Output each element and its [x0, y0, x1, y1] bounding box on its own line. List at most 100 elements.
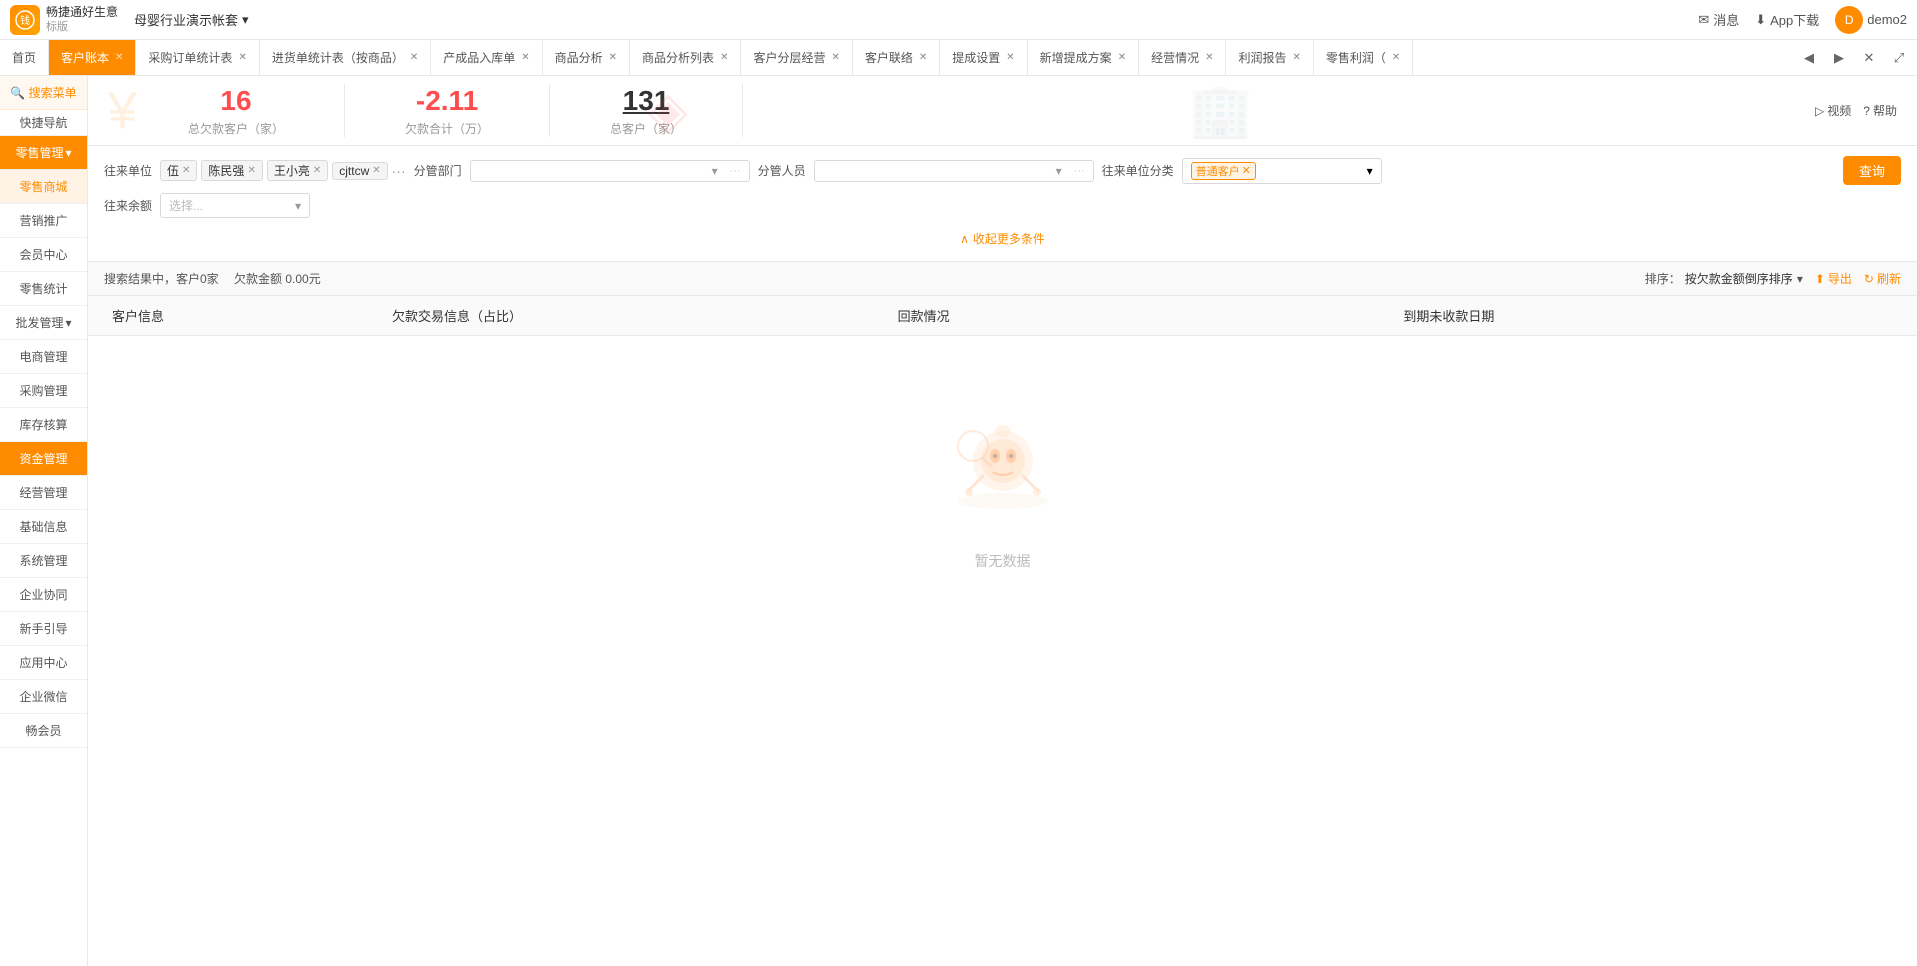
- messages-btn[interactable]: ✉ 消息: [1698, 10, 1739, 29]
- close-icon[interactable]: ✕: [238, 52, 246, 63]
- close-icon[interactable]: ✕: [1006, 52, 1014, 63]
- tag-cjttcw-close[interactable]: ✕: [372, 165, 380, 176]
- tab-new-promote[interactable]: 新增提成方案 ✕: [1028, 40, 1139, 76]
- person-more-btn[interactable]: ···: [1074, 165, 1085, 177]
- empty-state: 暂无数据: [88, 336, 1917, 651]
- sidebar-item-retail-stats[interactable]: 零售统计: [0, 272, 87, 306]
- close-icon[interactable]: ✕: [521, 52, 529, 63]
- tab-close-all[interactable]: ✕: [1855, 44, 1883, 72]
- sidebar-quick-nav[interactable]: 快捷导航: [0, 110, 87, 136]
- tab-profit-report[interactable]: 利润报告 ✕: [1226, 40, 1313, 76]
- sidebar-item-enterprise-collab[interactable]: 企业协同: [0, 578, 87, 612]
- close-icon[interactable]: ✕: [1205, 52, 1213, 63]
- tab-retail-profit[interactable]: 零售利润（ ✕: [1314, 40, 1413, 76]
- category-tag-close[interactable]: ✕: [1242, 164, 1251, 177]
- sidebar-item-system-mgmt[interactable]: 系统管理: [0, 544, 87, 578]
- tab-promote-settings[interactable]: 提成设置 ✕: [940, 40, 1027, 76]
- sidebar-item-enterprise-wechat[interactable]: 企业微信: [0, 680, 87, 714]
- chevron-down-icon: ▾: [295, 199, 301, 213]
- debt-icon: ◈: [648, 81, 688, 141]
- person-filter-label: 分管人员: [758, 162, 806, 179]
- collapse-button[interactable]: ∧ 收起更多条件: [960, 230, 1045, 247]
- result-actions: 排序： 按欠款金额倒序排序 ▾ ⬆ 导出 ↻ 刷新: [1645, 270, 1901, 287]
- chevron-down-icon[interactable]: ▾: [1797, 272, 1803, 286]
- sidebar-item-basic-info[interactable]: 基础信息: [0, 510, 87, 544]
- tab-product-inbound[interactable]: 产成品入库单 ✕: [431, 40, 542, 76]
- tags-more-btn[interactable]: ···: [392, 163, 406, 179]
- sidebar: 🔍 搜索菜单 快捷导航 零售管理 ▾ 零售商城 营销推广 会员中心 零售统计 批…: [0, 76, 88, 966]
- close-icon[interactable]: ✕: [1392, 52, 1400, 63]
- filter-row-2: 往来余额 选择... ▾: [104, 193, 1901, 218]
- tab-expand[interactable]: ⤢: [1885, 44, 1913, 72]
- search-result-text: 搜索结果中，客户0家 欠款金额 0.00元: [104, 270, 321, 287]
- chevron-down-icon: ▾: [65, 146, 71, 160]
- query-button[interactable]: 查询: [1843, 156, 1901, 185]
- filter-area: 往来单位 伍 ✕ 陈民强 ✕ 王小亮 ✕ cjttcw: [88, 146, 1917, 262]
- dept-more-btn[interactable]: ···: [730, 165, 741, 177]
- sidebar-item-batch-mgmt[interactable]: 批发管理 ▾: [0, 306, 87, 340]
- balance-filter-select[interactable]: 选择... ▾: [160, 193, 310, 218]
- tab-business-situation[interactable]: 经营情况 ✕: [1139, 40, 1226, 76]
- app-download-btn[interactable]: ⬇ App下载: [1755, 10, 1819, 29]
- sidebar-item-purchase-mgmt[interactable]: 采购管理: [0, 374, 87, 408]
- tab-customer-tier[interactable]: 客户分层经营 ✕: [741, 40, 852, 76]
- tab-product-analysis[interactable]: 商品分析 ✕: [543, 40, 630, 76]
- close-icon[interactable]: ✕: [720, 52, 728, 63]
- help-btn-label: 帮助: [1873, 102, 1897, 119]
- help-btn[interactable]: ? 帮助: [1863, 102, 1897, 119]
- sidebar-item-app-center[interactable]: 应用中心: [0, 646, 87, 680]
- video-icon: ▷: [1815, 104, 1824, 118]
- sidebar-member-vip-label: 畅会员: [25, 724, 61, 738]
- sidebar-item-member-vip[interactable]: 畅会员: [0, 714, 87, 748]
- tab-scroll-left[interactable]: ◀: [1795, 44, 1823, 72]
- sidebar-item-business-mgmt[interactable]: 经营管理: [0, 476, 87, 510]
- sidebar-item-new-guide[interactable]: 新手引导: [0, 612, 87, 646]
- sidebar-item-capital-mgmt[interactable]: 资金管理: [0, 442, 87, 476]
- refresh-label: 刷新: [1877, 270, 1901, 287]
- result-sort: 排序： 按欠款金额倒序排序 ▾: [1645, 270, 1803, 287]
- tab-product-analysis-list[interactable]: 商品分析列表 ✕: [630, 40, 741, 76]
- close-icon[interactable]: ✕: [1293, 52, 1301, 63]
- tab-purchase-order[interactable]: 采购订单统计表 ✕: [136, 40, 259, 76]
- close-icon[interactable]: ✕: [1118, 52, 1126, 63]
- tag-wu-label: 伍: [167, 162, 179, 179]
- sidebar-item-retail-mall[interactable]: 零售商城: [0, 170, 87, 204]
- result-amount-text: 欠款金额 0.00元: [234, 272, 321, 286]
- sidebar-purchase-mgmt-label: 采购管理: [19, 384, 67, 398]
- export-btn[interactable]: ⬆ 导出: [1815, 270, 1852, 287]
- sidebar-retail-stats-label: 零售统计: [19, 282, 67, 296]
- refresh-btn[interactable]: ↻ 刷新: [1864, 270, 1901, 287]
- dept-filter-select[interactable]: ▾ ···: [470, 160, 750, 182]
- person-filter-select[interactable]: ▾ ···: [814, 160, 1094, 182]
- user-btn[interactable]: D demo2: [1835, 6, 1907, 34]
- help-icon: ?: [1863, 104, 1870, 118]
- tag-wang-close[interactable]: ✕: [313, 165, 321, 176]
- video-btn[interactable]: ▷ 视频: [1815, 102, 1851, 119]
- col-debt-info: 欠款交易信息（占比）: [384, 306, 890, 325]
- category-filter-select[interactable]: 普通客户 ✕ ▾: [1182, 158, 1382, 184]
- tab-customer-book[interactable]: 客户账本 ✕: [49, 40, 136, 76]
- tab-stock-stats[interactable]: 进货单统计表（按商品） ✕: [260, 40, 431, 76]
- sidebar-item-stock-check[interactable]: 库存核算: [0, 408, 87, 442]
- close-icon[interactable]: ✕: [410, 52, 418, 63]
- company-selector[interactable]: 母婴行业演示帐套 ▾: [126, 6, 257, 33]
- tag-chen-close[interactable]: ✕: [247, 165, 255, 176]
- sidebar-item-marketing[interactable]: 营销推广: [0, 204, 87, 238]
- content-area: ¥ 16 总欠款客户（家） ◈ -2.11 欠款合计（万） 🏢 131 总客户（…: [88, 76, 1917, 966]
- table-header: 客户信息 欠款交易信息（占比） 回款情况 到期未收款日期: [88, 296, 1917, 336]
- close-icon[interactable]: ✕: [831, 52, 839, 63]
- tab-customer-contact[interactable]: 客户联络 ✕: [853, 40, 940, 76]
- sort-value[interactable]: 按欠款金额倒序排序: [1685, 270, 1793, 287]
- close-icon[interactable]: ✕: [919, 52, 927, 63]
- tab-scroll-right[interactable]: ▶: [1825, 44, 1853, 72]
- close-icon[interactable]: ✕: [609, 52, 617, 63]
- unit-filter-tags: 伍 ✕ 陈民强 ✕ 王小亮 ✕ cjttcw ✕ ···: [160, 160, 406, 181]
- tag-wu-close[interactable]: ✕: [182, 165, 190, 176]
- close-icon[interactable]: ✕: [115, 52, 123, 63]
- sidebar-item-retail-mgmt[interactable]: 零售管理 ▾: [0, 136, 87, 170]
- sidebar-item-ecommerce-mgmt[interactable]: 电商管理: [0, 340, 87, 374]
- sidebar-search[interactable]: 🔍 搜索菜单: [0, 76, 87, 110]
- sidebar-item-member-center[interactable]: 会员中心: [0, 238, 87, 272]
- tab-home[interactable]: 首页: [0, 40, 49, 76]
- tab-profit-report-label: 利润报告: [1238, 49, 1286, 66]
